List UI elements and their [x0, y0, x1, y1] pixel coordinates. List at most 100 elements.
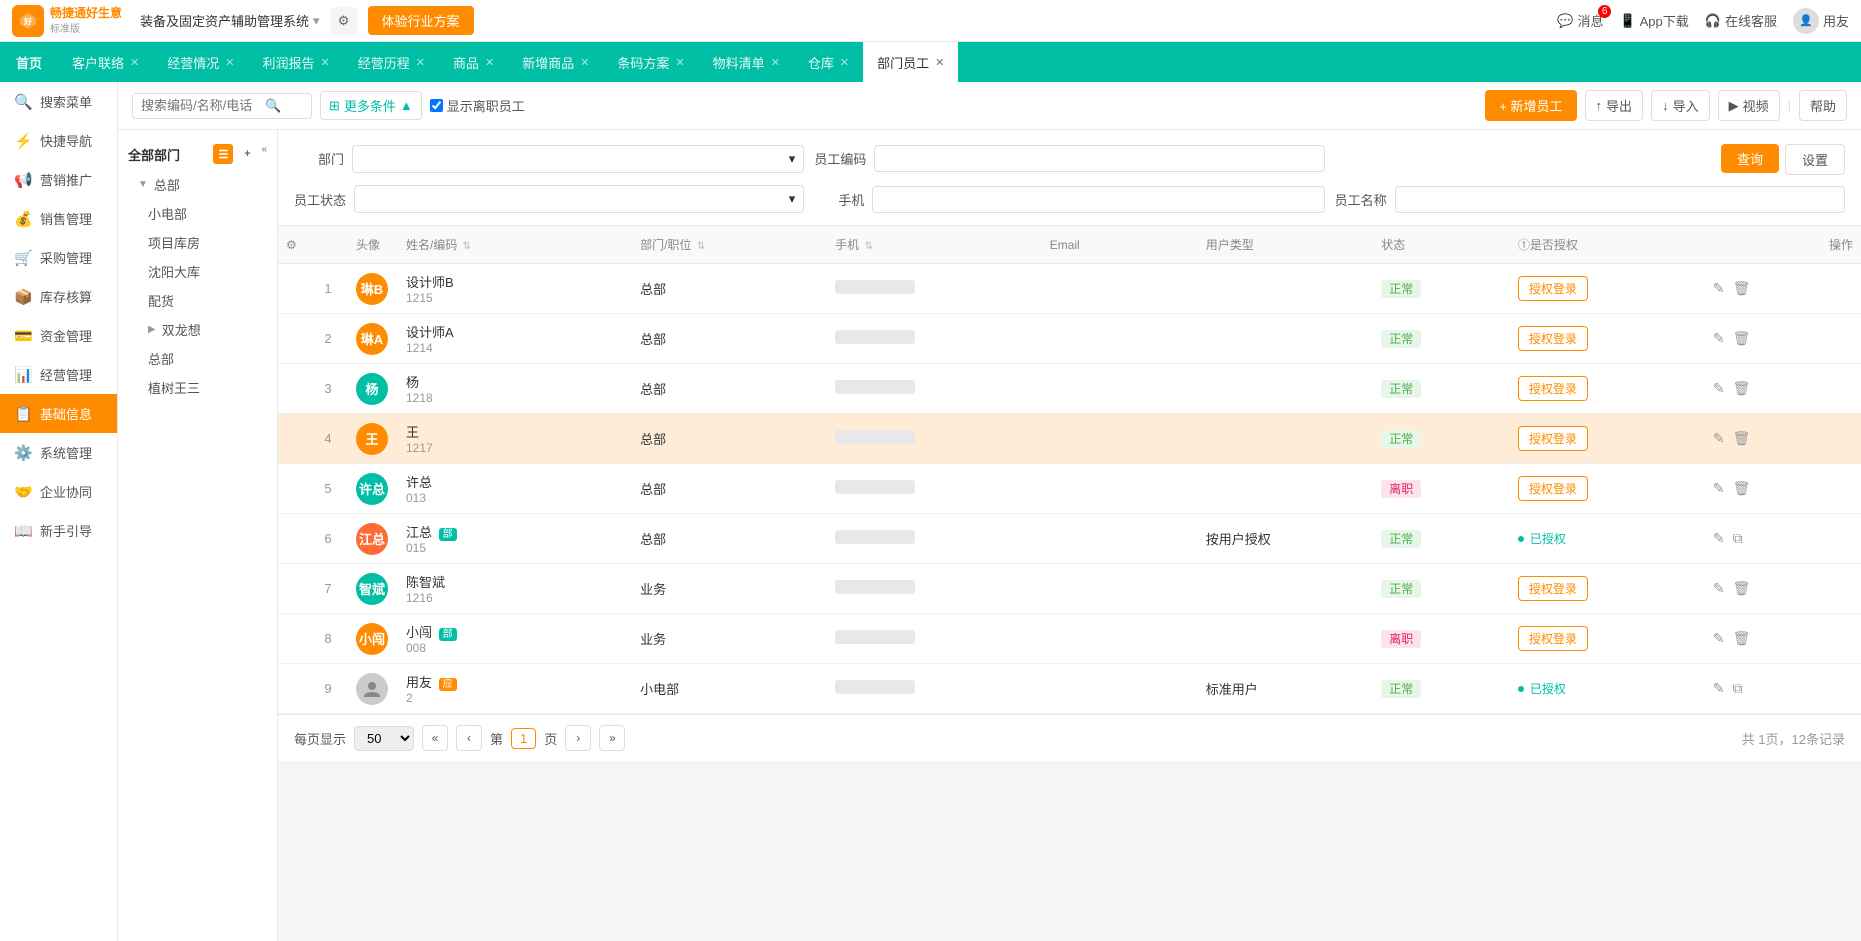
add-employee-button[interactable]: + 新增员工 — [1485, 90, 1576, 121]
delete-button[interactable]: 🗑 — [1733, 630, 1751, 647]
close-icon[interactable]: ✕ — [840, 56, 849, 69]
settings-gear-icon[interactable]: ⚙ — [330, 7, 358, 35]
last-page-button[interactable]: » — [599, 725, 625, 751]
col-dept[interactable]: 部门/职位 ⇅ — [632, 226, 827, 264]
close-icon[interactable]: ✕ — [416, 56, 425, 69]
tab-profit[interactable]: 利润报告 ✕ — [248, 42, 343, 82]
auth-button[interactable]: 授权登录 — [1518, 626, 1588, 651]
sidebar-item-purchase[interactable]: 🛒 采购管理 — [0, 238, 117, 277]
show-inactive-checkbox[interactable]: 显示离职员工 — [430, 96, 525, 115]
dept-item-shuanglong[interactable]: ▶双龙想 — [118, 315, 277, 344]
per-page-select[interactable]: 50 100 — [354, 726, 414, 751]
show-inactive-check[interactable] — [430, 99, 443, 112]
current-page[interactable]: 1 — [511, 728, 536, 749]
sidebar-item-marketing[interactable]: 📢 营销推广 — [0, 160, 117, 199]
delete-button[interactable]: 🗑 — [1733, 280, 1751, 297]
auth-button[interactable]: 授权登录 — [1518, 376, 1588, 401]
search-box[interactable]: 🔍 — [132, 93, 312, 119]
auth-button[interactable]: 授权登录 — [1518, 276, 1588, 301]
tab-business[interactable]: 经营情况 ✕ — [153, 42, 248, 82]
dept-item-peihuo[interactable]: 配货 — [118, 286, 277, 315]
dept-item-head[interactable]: ▼总部 — [118, 170, 277, 199]
phone-input[interactable] — [872, 186, 1324, 213]
tab-bom[interactable]: 物料清单 ✕ — [699, 42, 794, 82]
help-button[interactable]: 帮助 — [1799, 90, 1847, 121]
tab-employees[interactable]: 部门员工 ✕ — [863, 42, 958, 82]
close-icon[interactable]: ✕ — [580, 56, 589, 69]
system-dropdown-icon[interactable]: ▾ — [313, 13, 320, 29]
dept-item-shenyang[interactable]: 沈阳大库 — [118, 257, 277, 286]
col-name[interactable]: 姓名/编码 ⇅ — [398, 226, 632, 264]
sidebar-item-nav[interactable]: ⚡ 快捷导航 — [0, 121, 117, 160]
edit-button[interactable]: ✎ — [1713, 380, 1725, 397]
tab-customer[interactable]: 客户联络 ✕ — [58, 42, 153, 82]
edit-button[interactable]: ✎ — [1713, 580, 1725, 597]
tab-home[interactable]: 首页 — [0, 42, 58, 82]
delete-button[interactable]: 🗑 — [1733, 330, 1751, 347]
delete-button[interactable]: 🗑 — [1733, 480, 1751, 497]
view-button[interactable]: ▶ 视频 — [1718, 90, 1780, 121]
dept-item-zongbu[interactable]: 总部 — [118, 344, 277, 373]
auth-button[interactable]: 授权登录 — [1518, 476, 1588, 501]
dept-add-icon[interactable]: + — [237, 144, 257, 164]
dept-item-project[interactable]: 项目库房 — [118, 228, 277, 257]
dept-filter-select[interactable]: ▾ — [352, 145, 804, 173]
auth-button[interactable]: 授权登录 — [1518, 426, 1588, 451]
sidebar-item-operations[interactable]: 📊 经营管理 — [0, 355, 117, 394]
sidebar-item-system[interactable]: ⚙️ 系统管理 — [0, 433, 117, 472]
edit-button[interactable]: ✎ — [1713, 480, 1725, 497]
dept-item-zhishu[interactable]: 植树王三 — [118, 373, 277, 402]
emp-status-select[interactable]: ▾ — [354, 185, 804, 213]
sidebar-item-sales[interactable]: 💰 销售管理 — [0, 199, 117, 238]
edit-button[interactable]: ✎ — [1713, 330, 1725, 347]
search-input[interactable] — [141, 98, 261, 113]
search-button[interactable]: 查询 — [1721, 144, 1779, 173]
close-icon[interactable]: ✕ — [771, 56, 780, 69]
col-phone[interactable]: 手机 ⇅ — [827, 226, 1042, 264]
online-service-button[interactable]: 🎧 在线客服 — [1705, 11, 1777, 30]
tab-add-goods[interactable]: 新增商品 ✕ — [508, 42, 603, 82]
close-icon[interactable]: ✕ — [675, 56, 684, 69]
copy-button[interactable]: ⧉ — [1733, 680, 1743, 697]
dept-item-xiaodian[interactable]: 小电部 — [118, 199, 277, 228]
trial-button[interactable]: 体验行业方案 — [368, 6, 474, 35]
col-settings[interactable]: ⚙ — [278, 226, 308, 264]
edit-button[interactable]: ✎ — [1713, 680, 1725, 697]
edit-button[interactable]: ✎ — [1713, 430, 1725, 447]
edit-button[interactable]: ✎ — [1713, 630, 1725, 647]
edit-button[interactable]: ✎ — [1713, 530, 1725, 547]
emp-code-input[interactable] — [874, 145, 1324, 172]
export-button[interactable]: ↑ 导出 — [1585, 90, 1644, 121]
sidebar-item-collab[interactable]: 🤝 企业协同 — [0, 472, 117, 511]
emp-name-input[interactable] — [1395, 186, 1845, 213]
prev-page-button[interactable]: ‹ — [456, 725, 482, 751]
messages-button[interactable]: 💬 消息 6 — [1557, 11, 1603, 30]
tab-warehouse[interactable]: 仓库 ✕ — [794, 42, 863, 82]
dept-collapse-button[interactable]: « — [261, 144, 267, 164]
setting-button[interactable]: 设置 — [1785, 144, 1845, 175]
user-menu[interactable]: 👤 用友 — [1793, 8, 1849, 34]
copy-button[interactable]: ⧉ — [1733, 530, 1743, 547]
close-icon[interactable]: ✕ — [935, 56, 944, 69]
tab-barcode[interactable]: 条码方案 ✕ — [603, 42, 698, 82]
close-icon[interactable]: ✕ — [130, 56, 139, 69]
delete-button[interactable]: 🗑 — [1733, 430, 1751, 447]
sidebar-item-basic-info[interactable]: 📋 基础信息 — [0, 394, 117, 433]
sidebar-item-finance[interactable]: 💳 资金管理 — [0, 316, 117, 355]
edit-button[interactable]: ✎ — [1713, 280, 1725, 297]
close-icon[interactable]: ✕ — [321, 56, 330, 69]
delete-button[interactable]: 🗑 — [1733, 380, 1751, 397]
sidebar-item-guide[interactable]: 📖 新手引导 — [0, 511, 117, 550]
close-icon[interactable]: ✕ — [225, 56, 234, 69]
close-icon[interactable]: ✕ — [485, 56, 494, 69]
import-button[interactable]: ↓ 导入 — [1651, 90, 1710, 121]
next-page-button[interactable]: › — [565, 725, 591, 751]
first-page-button[interactable]: « — [422, 725, 448, 751]
dept-list-icon[interactable]: ☰ — [213, 144, 233, 164]
app-download-button[interactable]: 📱 App下载 — [1619, 11, 1688, 30]
auth-button[interactable]: 授权登录 — [1518, 576, 1588, 601]
more-filter-button[interactable]: ⊞ 更多条件 ▲ — [320, 91, 422, 120]
tab-journey[interactable]: 经营历程 ✕ — [344, 42, 439, 82]
sidebar-item-inventory[interactable]: 📦 库存核算 — [0, 277, 117, 316]
tab-goods[interactable]: 商品 ✕ — [439, 42, 508, 82]
